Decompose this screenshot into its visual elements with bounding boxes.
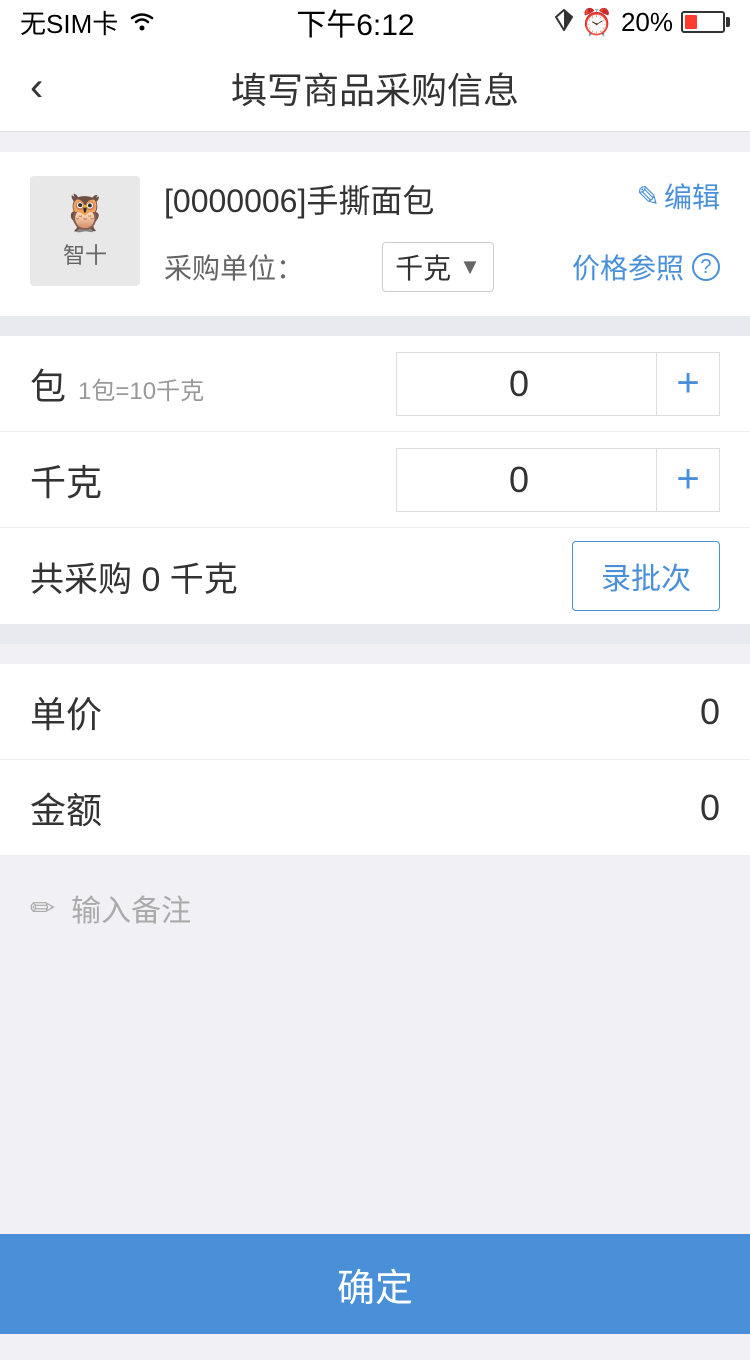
bao-quantity-input[interactable]: [396, 352, 656, 416]
section-divider-2: [0, 624, 750, 644]
unit-price-row: 单价 0: [0, 664, 750, 760]
unit-value: 千克: [395, 247, 451, 287]
product-logo-icon: 🦉: [63, 192, 108, 234]
total-label: 共采购 0 千克: [30, 552, 238, 601]
kg-input-row: 千克 +: [0, 432, 750, 528]
page-title: 填写商品采购信息: [231, 62, 519, 114]
amount-row: 金额 0: [0, 760, 750, 856]
battery-icon: [681, 11, 730, 33]
input-section: 包 1包=10千克 + 千克 + 共采购 0 千克 录批次: [0, 336, 750, 624]
location-icon: [555, 7, 573, 38]
price-section: 单价 0 金额 0: [0, 664, 750, 856]
no-sim-text: 无SIM卡: [20, 4, 118, 41]
bao-input-row: 包 1包=10千克 +: [0, 336, 750, 432]
price-reference-button[interactable]: 价格参照 ?: [572, 247, 720, 287]
status-time: 下午6:12: [296, 0, 414, 44]
product-info: [0000006]手撕面包 ✎ 编辑 采购单位： 千克 ▼ 价格参照 ?: [164, 176, 720, 292]
status-right: ⏰ 20%: [555, 7, 730, 38]
bao-label: 包: [30, 358, 66, 410]
back-button[interactable]: ‹: [0, 65, 73, 110]
kg-quantity-input[interactable]: [396, 448, 656, 512]
notes-placeholder: 输入备注: [71, 886, 191, 930]
amount-value: 0: [700, 787, 720, 829]
total-row: 共采购 0 千克 录批次: [0, 528, 750, 624]
unit-price-value: 0: [700, 691, 720, 733]
unit-price-label: 单价: [30, 686, 102, 738]
brand-label: 智十: [63, 238, 107, 270]
battery-percent: 20%: [621, 7, 673, 38]
kg-plus-button[interactable]: +: [656, 448, 720, 512]
edit-button[interactable]: ✎ 编辑: [637, 176, 720, 216]
empty-space: [0, 960, 750, 1260]
notes-section[interactable]: ✏ 输入备注: [0, 856, 750, 960]
edit-icon: ✎: [637, 180, 660, 213]
alarm-icon: ⏰: [581, 7, 613, 38]
price-ref-label: 价格参照: [572, 247, 684, 287]
bao-sublabel: 1包=10千克: [78, 371, 204, 406]
product-card: 🦉 智十 [0000006]手撕面包 ✎ 编辑 采购单位： 千克 ▼ 价格参照 …: [0, 152, 750, 316]
section-divider-1: [0, 316, 750, 336]
batch-record-button[interactable]: 录批次: [572, 541, 720, 611]
kg-label: 千克: [30, 454, 102, 506]
product-name: [0000006]手撕面包: [164, 176, 434, 222]
unit-dropdown-arrow: ▼: [459, 254, 481, 280]
status-left: 无SIM卡: [20, 4, 156, 41]
unit-label: 采购单位：: [164, 247, 304, 287]
status-bar: 无SIM卡 下午6:12 ⏰ 20%: [0, 0, 750, 44]
unit-select[interactable]: 千克 ▼: [382, 242, 494, 292]
confirm-button[interactable]: 确定: [0, 1234, 750, 1334]
pencil-icon: ✏: [30, 891, 55, 926]
product-image: 🦉 智十: [30, 176, 140, 286]
help-icon: ?: [692, 253, 720, 281]
edit-label: 编辑: [664, 176, 720, 216]
wifi-icon: [128, 7, 156, 38]
nav-bar: ‹ 填写商品采购信息: [0, 44, 750, 132]
amount-label: 金额: [30, 782, 102, 834]
bao-plus-button[interactable]: +: [656, 352, 720, 416]
